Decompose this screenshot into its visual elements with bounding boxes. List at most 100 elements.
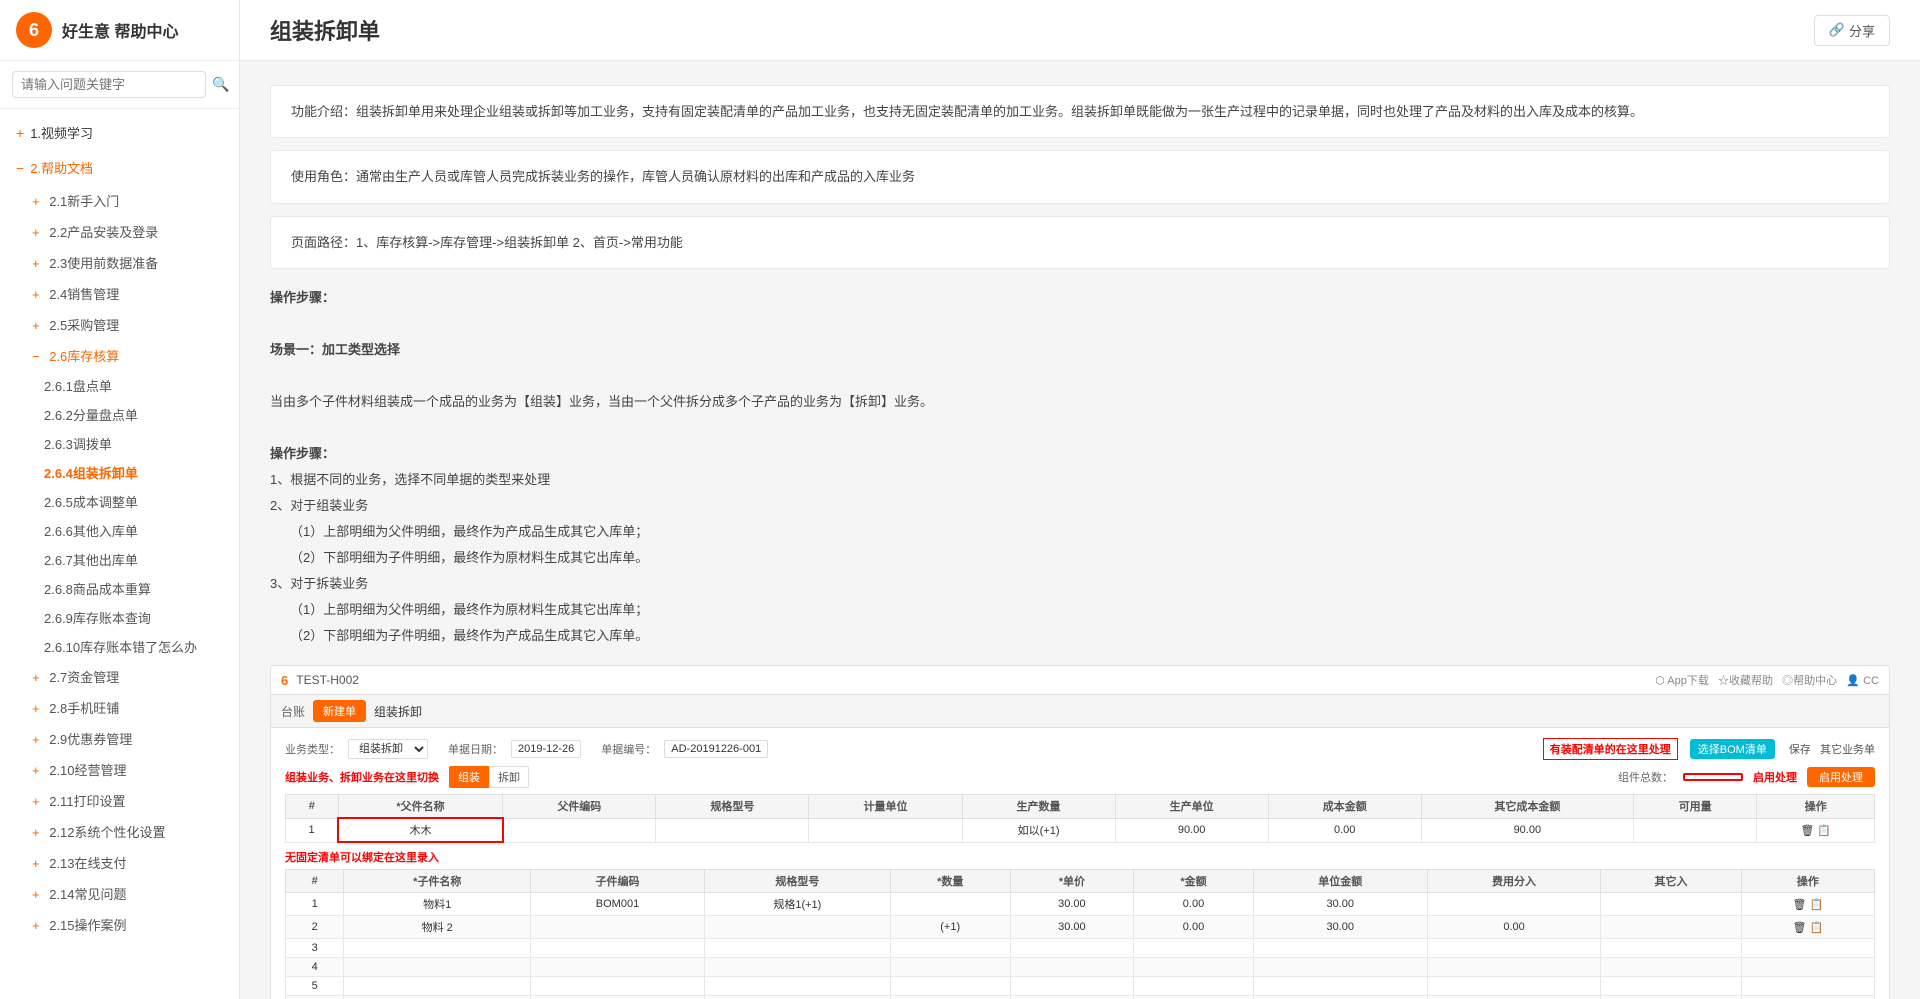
ss-upper-table-wrapper: # *父件名称 父件编码 规格型号 计量单位 生产数量 生产单位 成本金额 其它… bbox=[285, 794, 1875, 843]
ss-annotation-switch: 组装业务、拆卸业务在这里切换 bbox=[285, 769, 439, 785]
sidebar-item-2-7[interactable]: + 2.7资金管理 bbox=[0, 661, 239, 692]
screenshot-mockup: 6 TEST-H002 ⬡ App下载 ☆收藏帮助 ◎帮助中心 👤 CC 台账 … bbox=[270, 665, 1890, 999]
ss-nav-icons: ⬡ App下载 ☆收藏帮助 ◎帮助中心 👤 CC bbox=[1655, 672, 1879, 688]
sidebar-item-2-6-6[interactable]: 2.6.6其他入库单 bbox=[0, 516, 239, 545]
sidebar-item-2-6-10[interactable]: 2.6.10库存账本错了怎么办 bbox=[0, 632, 239, 661]
ss-col-op: 操作 bbox=[1757, 795, 1875, 819]
ss-input-num: AD-20191226-001 bbox=[664, 740, 768, 758]
ss-form-row-1: 业务类型： 组装拆卸 单据日期： 2019-12-26 单据编号： AD-201… bbox=[285, 738, 1875, 760]
ss-col-prod-qty: 生产数量 bbox=[962, 795, 1115, 819]
ss-tab-disassemble[interactable]: 拆卸 bbox=[489, 766, 529, 788]
ss-col-unit: 计量单位 bbox=[809, 795, 962, 819]
sidebar-item-label: 2.帮助文档 bbox=[30, 158, 93, 177]
ss-input-type[interactable]: 组装拆卸 bbox=[348, 739, 428, 759]
ss-label-qty: 组件总数： bbox=[1618, 769, 1673, 785]
main-header: 组装拆卸单 🔗 分享 bbox=[240, 0, 1920, 61]
sidebar-item-2-6-3[interactable]: 2.6.3调拨单 bbox=[0, 429, 239, 458]
ss-titlebar: 6 TEST-H002 ⬡ App下载 ☆收藏帮助 ◎帮助中心 👤 CC bbox=[271, 666, 1889, 695]
sidebar-item-2-14[interactable]: + 2.14常见问题 bbox=[0, 878, 239, 909]
ss-lower-row-1: 1 物料1 BOM001 规格1(+1) 30.00 0.00 30.00 bbox=[286, 893, 1875, 916]
sidebar-item-2-12[interactable]: + 2.12系统个性化设置 bbox=[0, 816, 239, 847]
collapse-icon: − bbox=[16, 160, 24, 176]
app-name: 好生意 帮助中心 bbox=[62, 18, 178, 42]
logo-icon: 6 bbox=[16, 12, 52, 48]
sidebar-item-2-10[interactable]: + 2.10经营管理 bbox=[0, 754, 239, 785]
ss-upper-row-1: 1 木木 如以(+1) 90.00 0.00 90.00 🗑 📋 bbox=[286, 818, 1875, 842]
expand-icon: + bbox=[32, 318, 40, 333]
sidebar-item-2-8[interactable]: + 2.8手机旺铺 bbox=[0, 692, 239, 723]
ss-process-type-row: 组装业务、拆卸业务在这里切换 组装 拆卸 组件总数： 启用处理 启用处理 bbox=[285, 766, 1875, 788]
sidebar-item-2-11[interactable]: + 2.11打印设置 bbox=[0, 785, 239, 816]
sidebar-item-2-6-2[interactable]: 2.6.2分量盘点单 bbox=[0, 400, 239, 429]
ss-lower-row-5: 5 bbox=[286, 977, 1875, 996]
ss-col-avail: 可用量 bbox=[1633, 795, 1757, 819]
sidebar-item-2-6-7[interactable]: 2.6.7其他出库单 bbox=[0, 545, 239, 574]
sidebar-item-2-1[interactable]: + 2.1新手入门 bbox=[0, 185, 239, 216]
ss-col-parent-code: 父件编码 bbox=[503, 795, 656, 819]
ss-form-area: 业务类型： 组装拆卸 单据日期： 2019-12-26 单据编号： AD-201… bbox=[271, 728, 1889, 999]
sidebar-item-2-4[interactable]: + 2.4销售管理 bbox=[0, 278, 239, 309]
ss-input-date: 2019-12-26 bbox=[511, 740, 581, 758]
sidebar-item-2-6-8[interactable]: 2.6.8商品成本重算 bbox=[0, 574, 239, 603]
intro-block-2: 使用角色：通常由生产人员或库管人员完成拆装业务的操作，库管人员确认原材料的出库和… bbox=[270, 150, 1890, 203]
expand-icon: + bbox=[32, 194, 40, 209]
expand-icon: + bbox=[32, 225, 40, 240]
expand-icon: + bbox=[32, 256, 40, 271]
ss-annotation-bom: 有装配清单的在这里处理 bbox=[1543, 738, 1678, 760]
sidebar-item-video[interactable]: + 1.视频学习 bbox=[0, 115, 239, 150]
sidebar-item-help-docs[interactable]: − 2.帮助文档 bbox=[0, 150, 239, 185]
intro-text-2: 使用角色：通常由生产人员或库管人员完成拆装业务的操作，库管人员确认原材料的出库和… bbox=[291, 169, 915, 184]
ss-app-logo: 6 bbox=[281, 673, 288, 688]
sidebar-item-2-15[interactable]: + 2.15操作案例 bbox=[0, 909, 239, 940]
ss-col-seq: # bbox=[286, 795, 339, 819]
ss-nav-home: 台账 bbox=[281, 703, 305, 720]
sidebar-item-2-6-9[interactable]: 2.6.9库存账本查询 bbox=[0, 603, 239, 632]
search-icon[interactable]: 🔍 bbox=[212, 76, 229, 93]
sidebar-item-2-6[interactable]: − 2.6库存核算 bbox=[0, 340, 239, 371]
ss-btn-select-bom[interactable]: 选择BOM清单 bbox=[1690, 739, 1775, 759]
ss-tab-assemble[interactable]: 组装 bbox=[449, 766, 489, 788]
collapse-icon: − bbox=[32, 349, 40, 364]
sidebar-item-2-3[interactable]: + 2.3使用前数据准备 bbox=[0, 247, 239, 278]
intro-text-1: 功能介绍：组装拆卸单用来处理企业组装或拆卸等加工业务，支持有固定装配清单的产品加… bbox=[291, 104, 1643, 119]
sidebar-item-2-6-5[interactable]: 2.6.5成本调整单 bbox=[0, 487, 239, 516]
path-text: 页面路径：1、库存核算->库存管理->组装拆卸单 2、首页->常用功能 bbox=[291, 235, 683, 250]
ss-col-parent-name: *父件名称 bbox=[338, 795, 503, 819]
ss-lower-row-4: 4 bbox=[286, 958, 1875, 977]
sidebar-item-2-6-4[interactable]: 2.6.4组装拆卸单 bbox=[0, 458, 239, 487]
ss-btn-extra: 保存 其它业务单 bbox=[1789, 741, 1875, 757]
sidebar-item-2-2[interactable]: + 2.2产品安装及登录 bbox=[0, 216, 239, 247]
ss-col-prod-unit: 生产单位 bbox=[1115, 795, 1268, 819]
search-box: 🔍 bbox=[0, 61, 239, 109]
ss-input-qty[interactable] bbox=[1683, 773, 1743, 781]
ss-annotation-no-bom: 无固定清单可以绑定在这里录入 bbox=[285, 849, 1875, 865]
page-title: 组装拆卸单 bbox=[270, 14, 380, 46]
operation-section: 操作步骤： 场景一：加工类型选择 当由多个子件材料组装成一个成品的业务为【组装】… bbox=[270, 285, 1890, 649]
ss-nav-bar: 台账 新建单 组装拆卸 bbox=[271, 695, 1889, 728]
sidebar-item-2-9[interactable]: + 2.9优惠券管理 bbox=[0, 723, 239, 754]
sidebar-item-2-6-1[interactable]: 2.6.1盘点单 bbox=[0, 371, 239, 400]
ss-nav-new: 新建单 bbox=[313, 700, 366, 722]
ss-col-cost: 成本金额 bbox=[1268, 795, 1421, 819]
ss-lower-row-2: 2 物料 2 (+1) 30.00 0.00 30.00 0.00 🗑 bbox=[286, 916, 1875, 939]
share-button[interactable]: 🔗 分享 bbox=[1814, 15, 1890, 46]
ss-label-type: 业务类型： bbox=[285, 741, 340, 757]
ss-title-text: TEST-H002 bbox=[296, 673, 359, 687]
ss-col-spec: 规格型号 bbox=[656, 795, 809, 819]
expand-icon: + bbox=[16, 125, 24, 141]
operation-steps-label: 操作步骤： 场景一：加工类型选择 当由多个子件材料组装成一个成品的业务为【组装】… bbox=[270, 285, 1890, 649]
ss-label-date: 单据日期： bbox=[448, 741, 503, 757]
sidebar-header: 6 好生意 帮助中心 bbox=[0, 0, 239, 61]
main-content: 组装拆卸单 🔗 分享 功能介绍：组装拆卸单用来处理企业组装或拆卸等加工业务，支持… bbox=[240, 0, 1920, 999]
expand-icon: + bbox=[32, 287, 40, 302]
ss-col-other-cost: 其它成本金额 bbox=[1421, 795, 1633, 819]
intro-block-1: 功能介绍：组装拆卸单用来处理企业组装或拆卸等加工业务，支持有固定装配清单的产品加… bbox=[270, 85, 1890, 138]
search-input[interactable] bbox=[12, 71, 206, 98]
sidebar-item-2-13[interactable]: + 2.13在线支付 bbox=[0, 847, 239, 878]
ss-nav-tab2: 组装拆卸 bbox=[374, 703, 422, 720]
ss-annotation-enable: 启用处理 bbox=[1753, 769, 1797, 785]
sidebar: 6 好生意 帮助中心 🔍 + 1.视频学习 − 2.帮助文档 + 2.1新手入门… bbox=[0, 0, 240, 999]
ss-btn-enable[interactable]: 启用处理 bbox=[1807, 767, 1875, 787]
sidebar-item-2-5[interactable]: + 2.5采购管理 bbox=[0, 309, 239, 340]
ss-lower-row-3: 3 bbox=[286, 939, 1875, 958]
